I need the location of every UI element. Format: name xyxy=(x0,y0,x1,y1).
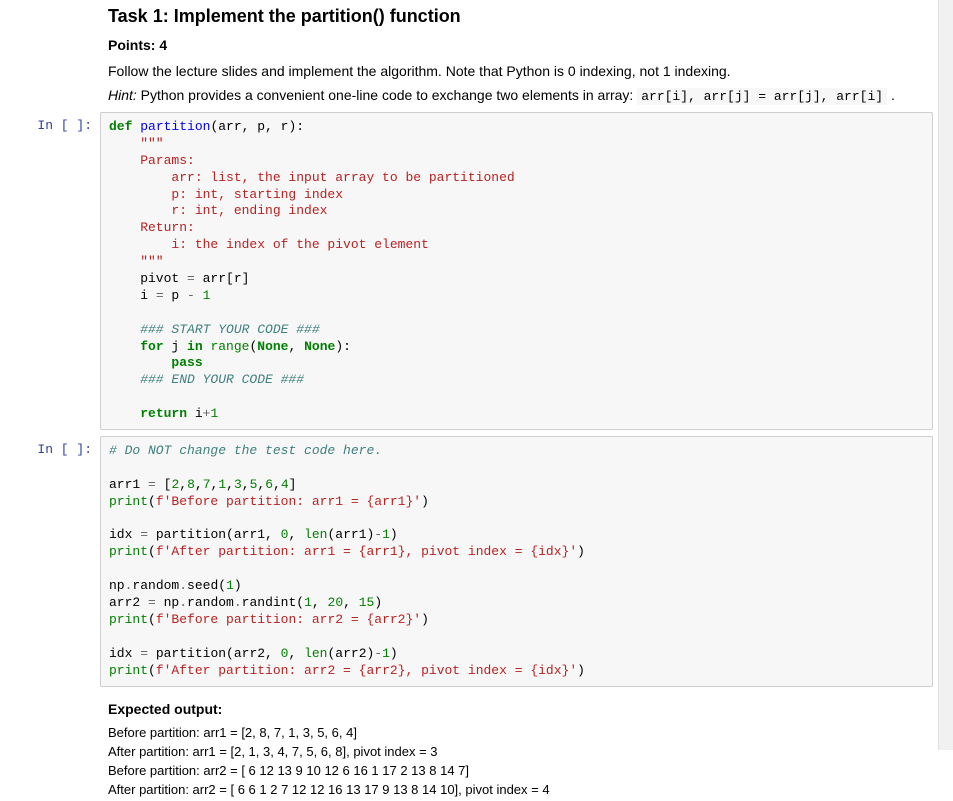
expected-line-4: After partition: arr2 = [ 6 6 1 2 7 12 1… xyxy=(108,782,915,797)
instruction-text: Follow the lecture slides and implement … xyxy=(108,63,915,79)
hint-period: . xyxy=(887,87,895,103)
code-cell-1: In [ ]: def partition(arr, p, r): """ Pa… xyxy=(10,112,933,430)
expected-line-1: Before partition: arr1 = [2, 8, 7, 1, 3,… xyxy=(108,725,915,740)
markdown-cell-task: Task 1: Implement the partition() functi… xyxy=(100,6,923,104)
code-input-1[interactable]: def partition(arr, p, r): """ Params: ar… xyxy=(100,112,933,430)
hint-paragraph: Hint: Python provides a convenient one-l… xyxy=(108,87,915,104)
points-label: Points: 4 xyxy=(108,37,915,53)
prompt-in-2: In [ ]: xyxy=(10,436,100,686)
expected-output-lines: Before partition: arr1 = [2, 8, 7, 1, 3,… xyxy=(108,725,915,797)
expected-output-heading: Expected output: xyxy=(108,701,915,717)
prompt-in-1: In [ ]: xyxy=(10,112,100,430)
hint-text: Python provides a convenient one-line co… xyxy=(137,87,637,103)
expected-line-2: After partition: arr1 = [2, 1, 3, 4, 7, … xyxy=(108,744,915,759)
markdown-cell-expected: Expected output: Before partition: arr1 … xyxy=(100,701,923,797)
code-input-2[interactable]: # Do NOT change the test code here. arr1… xyxy=(100,436,933,686)
hint-label: Hint: xyxy=(108,87,137,103)
expected-line-3: Before partition: arr2 = [ 6 12 13 9 10 … xyxy=(108,763,915,778)
notebook-container: Task 1: Implement the partition() functi… xyxy=(0,6,953,797)
task-heading: Task 1: Implement the partition() functi… xyxy=(108,6,915,27)
vertical-scrollbar[interactable] xyxy=(938,0,953,750)
hint-code: arr[i], arr[j] = arr[j], arr[i] xyxy=(637,88,887,105)
code-cell-2: In [ ]: # Do NOT change the test code he… xyxy=(10,436,933,686)
